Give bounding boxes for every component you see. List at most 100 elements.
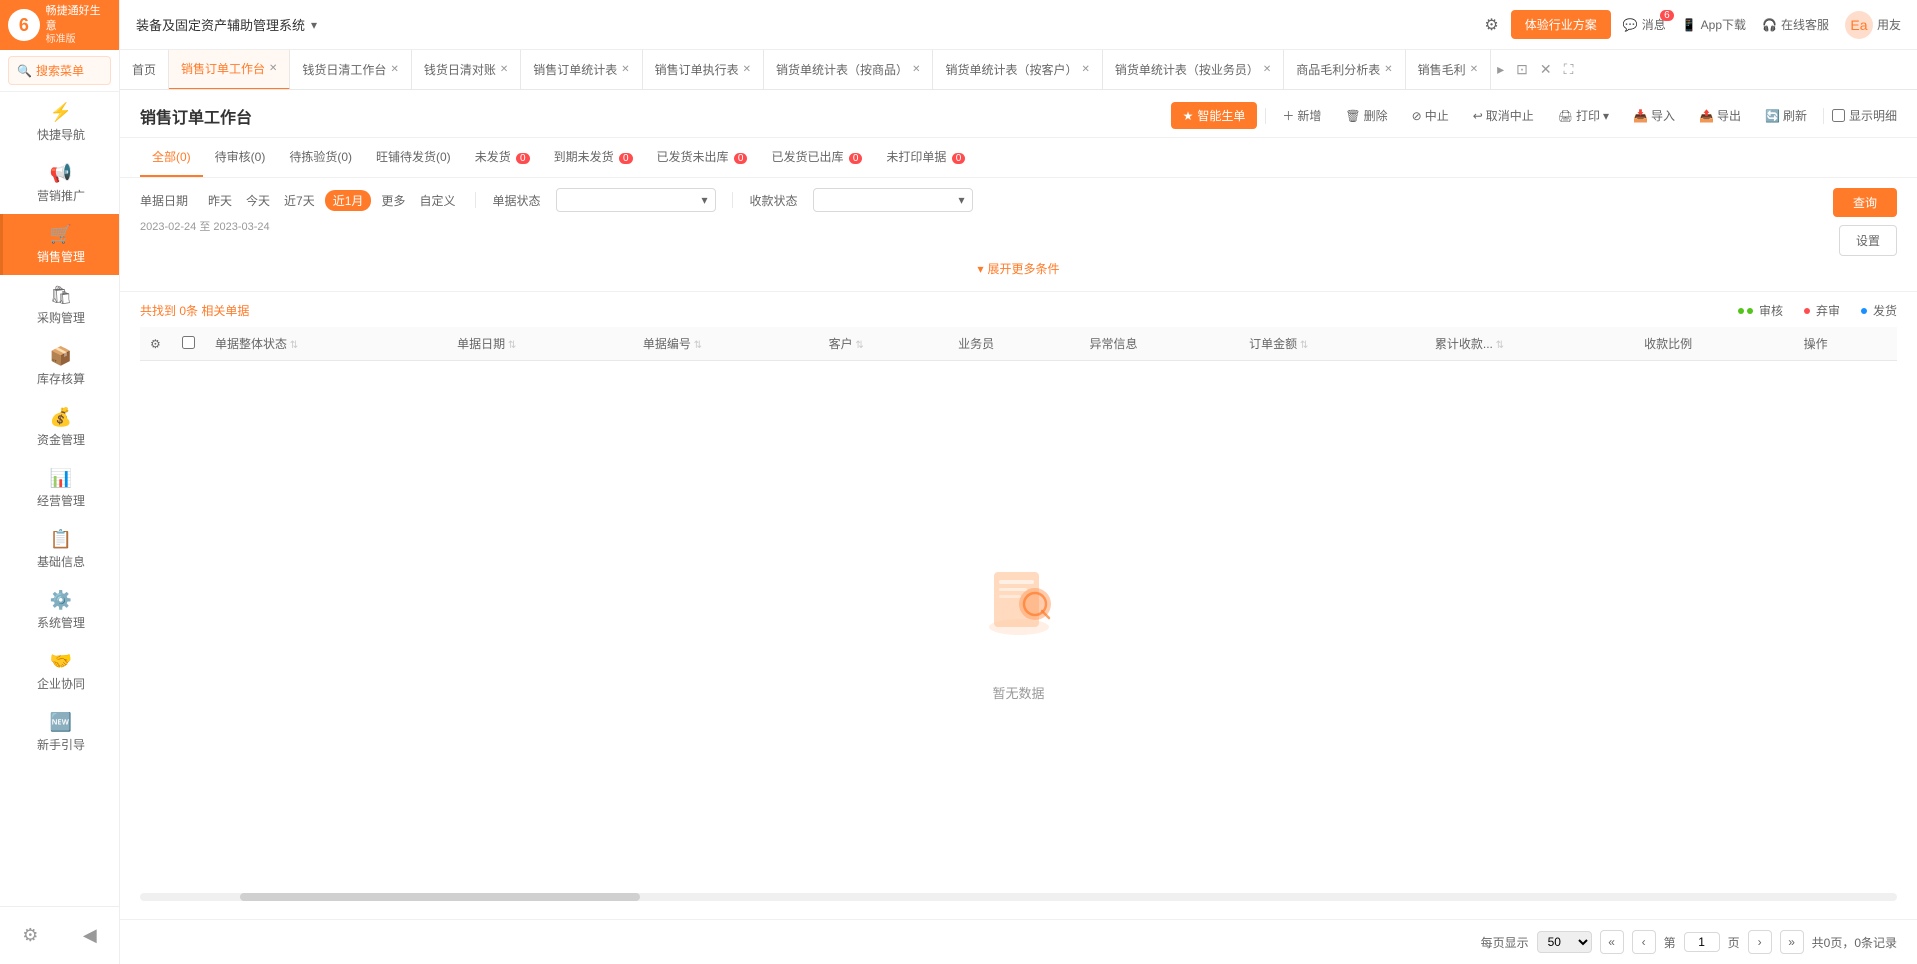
tab-sales-stats[interactable]: 销售订单统计表 ✕ [521,50,642,90]
page-number-input[interactable] [1684,932,1720,952]
col-cumulative-payment[interactable]: 累计收款... [1425,327,1634,361]
collapse-button[interactable]: ◀ [83,915,97,956]
online-service-button[interactable]: 🎧 在线客服 [1762,16,1829,33]
tab-cash-reconcile-close[interactable]: ✕ [500,64,508,75]
tab-sales-product-stats[interactable]: 销货单统计表（按商品） ✕ [764,50,933,90]
user-menu-button[interactable]: Ea 用友 [1845,11,1901,39]
sidebar-item-basic-info[interactable]: 📋 基础信息 [0,519,119,580]
system-title-dropdown[interactable]: ▾ [311,18,317,32]
tab-home[interactable]: 首页 [120,50,169,90]
date-option-today[interactable]: 今天 [242,190,274,211]
tab-sales-workbench[interactable]: 销售订单工作台 ✕ [169,50,290,90]
sub-tab-pending-review[interactable]: 待审核(0) [203,138,278,177]
tab-sales-margin[interactable]: 销售毛利 ✕ [1406,50,1491,90]
tab-sales-staff-stats[interactable]: 销货单统计表（按业务员） ✕ [1103,50,1284,90]
col-payment-ratio[interactable]: 收款比例 [1634,327,1794,361]
tab-sales-product-close[interactable]: ✕ [912,64,920,75]
date-option-7days[interactable]: 近7天 [280,190,319,211]
bulk-ship-button[interactable]: 发货 [1852,302,1897,319]
tab-sales-exec-close[interactable]: ✕ [743,64,751,75]
import-button[interactable]: 📥 导入 [1625,103,1683,128]
search-menu-button[interactable]: 🔍 搜索菜单 [8,56,111,85]
sidebar-item-quick-nav[interactable]: ⚡ 快捷导航 [0,92,119,153]
sidebar-item-guide[interactable]: 🆕 新手引导 [0,702,119,763]
sub-tab-not-shipped[interactable]: 未发货 0 [463,138,542,177]
col-doc-status[interactable]: 单据整体状态 [205,327,447,361]
filter-settings-button[interactable]: 设置 [1839,225,1897,256]
tab-more-button[interactable]: ▸ [1491,61,1510,78]
tab-sales-workbench-close[interactable]: ✕ [269,63,277,74]
sidebar-item-system[interactable]: ⚙️ 系统管理 [0,580,119,641]
sidebar-item-purchase[interactable]: 🛍 采购管理 [0,275,119,336]
col-exception-info[interactable]: 异常信息 [1080,327,1240,361]
sidebar-item-inventory[interactable]: 📦 库存核算 [0,336,119,397]
sidebar-item-sales[interactable]: 🛒 销售管理 [0,214,119,275]
settings-bottom-button[interactable]: ⚙ [22,915,38,956]
date-option-custom[interactable]: 自定义 [415,190,459,211]
per-page-select[interactable]: 50 20 100 [1537,931,1592,953]
col-sales-rep[interactable]: 业务员 [948,327,1079,361]
print-button[interactable]: 🖨 打印 ▾ [1550,103,1617,128]
industry-solution-button[interactable]: 体验行业方案 [1511,10,1611,39]
col-doc-number[interactable]: 单据编号 [633,327,819,361]
show-detail-checkbox-label[interactable]: 显示明细 [1832,107,1897,124]
col-doc-date[interactable]: 单据日期 [447,327,633,361]
horizontal-scrollbar[interactable] [140,893,1897,901]
prev-page-button[interactable]: ‹ [1632,930,1656,954]
tab-sales-stats-close[interactable]: ✕ [621,64,629,75]
expand-conditions-button[interactable]: ▾ 展开更多条件 [977,260,1059,277]
smart-generate-button[interactable]: ★ 智能生单 [1171,102,1258,129]
col-operations[interactable]: 操作 [1794,327,1897,361]
sub-tab-overdue-not-shipped[interactable]: 到期未发货 0 [542,138,645,177]
sub-tab-shop-pending-ship[interactable]: 旺铺待发货(0) [364,138,463,177]
tab-cash-clearing[interactable]: 钱货日清工作台 ✕ [290,50,411,90]
sub-tab-shipped-outbound[interactable]: 已发货已出库 0 [759,138,874,177]
tab-fullscreen-button[interactable]: ⛶ [1558,61,1580,78]
tab-cash-clearing-close[interactable]: ✕ [390,64,398,75]
export-button[interactable]: 📤 导出 [1691,103,1749,128]
sidebar-item-finance[interactable]: 💰 资金管理 [0,397,119,458]
select-all-checkbox[interactable] [182,336,195,349]
sub-tab-shipped-not-outbound[interactable]: 已发货未出库 0 [645,138,760,177]
delete-button[interactable]: 🗑 删除 [1337,103,1395,128]
refresh-button[interactable]: 🔄 刷新 [1757,103,1815,128]
payment-filter-select[interactable]: ▾ [813,188,973,212]
tab-close-all-button[interactable]: ✕ [1534,61,1558,78]
col-settings[interactable]: ⚙ [140,327,172,361]
app-download-button[interactable]: 📱 App下载 [1682,16,1746,33]
tab-new-window-button[interactable]: ⊡ [1510,61,1534,78]
query-button[interactable]: 查询 [1833,188,1897,217]
add-button[interactable]: ＋ 新增 [1274,103,1329,128]
tab-margin-analysis[interactable]: 商品毛利分析表 ✕ [1284,50,1405,90]
scroll-thumb[interactable] [240,893,640,901]
tab-sales-exec[interactable]: 销售订单执行表 ✕ [643,50,764,90]
sidebar-item-operations[interactable]: 📊 经营管理 [0,458,119,519]
sub-tab-not-printed[interactable]: 未打印单据 0 [874,138,977,177]
topbar-settings-icon[interactable]: ⚙ [1484,15,1498,35]
col-customer[interactable]: 客户 [819,327,948,361]
date-option-more[interactable]: 更多 [377,190,409,211]
last-page-button[interactable]: » [1780,930,1804,954]
message-button[interactable]: 💬 消息 6 [1623,16,1666,33]
tab-sales-staff-close[interactable]: ✕ [1263,64,1271,75]
tab-sales-customer-stats[interactable]: 销货单统计表（按客户） ✕ [933,50,1102,90]
tab-sales-customer-close[interactable]: ✕ [1081,64,1089,75]
sub-tab-all[interactable]: 全部(0) [140,138,203,177]
next-page-button[interactable]: › [1748,930,1772,954]
bulk-revoke-button[interactable]: 弃审 [1795,302,1840,319]
tab-margin-close[interactable]: ✕ [1384,64,1392,75]
sub-tab-pending-pick[interactable]: 待拣验货(0) [277,138,364,177]
show-detail-checkbox[interactable] [1832,109,1845,122]
tab-cash-reconcile[interactable]: 钱货日清对账 ✕ [412,50,521,90]
stop-button[interactable]: ⊘ 中止 [1404,103,1457,128]
first-page-button[interactable]: « [1600,930,1624,954]
status-filter-select[interactable]: ▾ [556,188,716,212]
col-order-amount[interactable]: 订单金额 [1239,327,1425,361]
sidebar-item-marketing[interactable]: 📢 营销推广 [0,153,119,214]
sidebar-item-enterprise[interactable]: 🤝 企业协同 [0,641,119,702]
col-checkbox[interactable] [172,327,205,361]
date-option-1month[interactable]: 近1月 [325,190,372,211]
cancel-stop-button[interactable]: ↩ 取消中止 [1465,103,1542,128]
tab-sales-margin-close[interactable]: ✕ [1470,64,1478,75]
bulk-audit-button[interactable]: 审核 [1738,302,1783,319]
